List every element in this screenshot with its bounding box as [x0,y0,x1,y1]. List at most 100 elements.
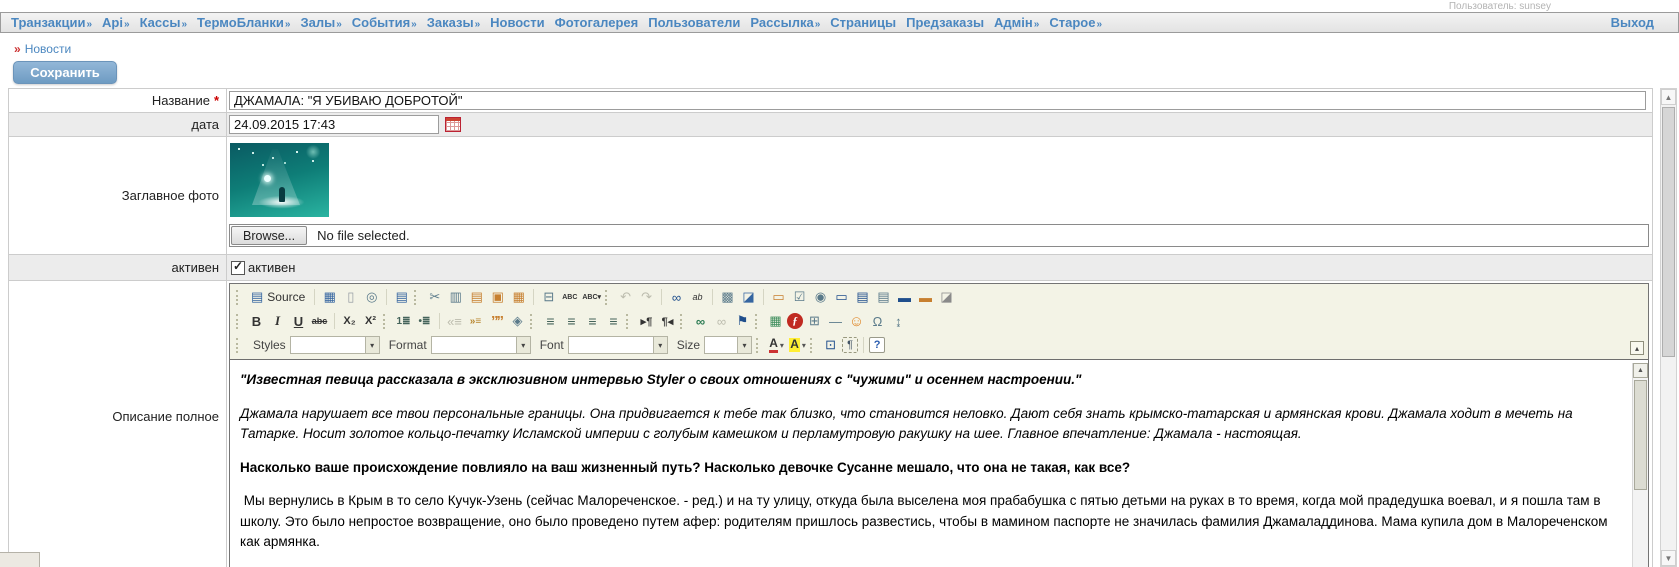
page-scroll-up-icon[interactable]: ▲ [1661,89,1676,105]
unlink-icon[interactable]: ∞ [712,312,731,330]
paste-icon[interactable]: ▤ [467,288,486,306]
chevron-down-icon[interactable]: ▾ [515,337,530,353]
bulleted-list-icon[interactable]: •≣ [415,312,434,330]
bg-color-icon[interactable]: A ▾ [788,336,807,354]
print-icon[interactable]: ⊟ [539,288,558,306]
special-char-icon[interactable]: Ω [868,312,887,330]
flash-icon[interactable]: ƒ [787,313,803,329]
bidi-ltr-icon[interactable]: ▸¶ [637,312,656,330]
dropdown-value[interactable]: ▾ [704,336,753,354]
undo-icon[interactable]: ↶ [616,288,635,306]
show-blocks-icon[interactable]: ¶ [842,337,859,353]
nav-item-orders[interactable]: Заказы» [427,15,480,30]
blockquote-icon[interactable]: ”” [487,312,506,330]
subscript-icon[interactable]: X₂ [340,312,359,330]
dropdown-value[interactable]: ▾ [289,336,380,354]
spell-check-icon[interactable]: ABC [560,288,579,306]
image-icon[interactable]: ▦ [766,312,785,330]
save-button[interactable]: Сохранить [13,61,117,84]
hidden-field-icon[interactable]: ◪ [937,288,956,306]
align-right-icon[interactable]: ≡ [583,312,602,330]
image-button-icon[interactable]: ▬ [916,288,935,306]
bidi-rtl-icon[interactable]: ¶◂ [658,312,677,330]
strike-icon[interactable]: abc [310,312,329,330]
browse-button[interactable]: Browse... [231,226,308,245]
select-field-icon[interactable]: ▤ [874,288,893,306]
title-input[interactable] [229,91,1646,110]
page-scrollbar-thumb[interactable] [1662,107,1675,357]
date-input[interactable] [229,115,439,134]
nav-item-news[interactable]: Новости [490,15,545,30]
nav-item-admin[interactable]: Адмін» [994,15,1039,30]
chevron-down-icon[interactable]: ▾ [652,337,667,353]
button-field-icon[interactable]: ▬ [895,288,914,306]
link-icon[interactable]: ∞ [691,312,710,330]
paste-from-word-icon[interactable]: ▦ [509,288,528,306]
nav-item-halls[interactable]: Залы» [300,15,341,30]
chevron-down-icon[interactable]: ▾ [364,337,379,353]
redo-icon[interactable]: ↷ [637,288,656,306]
cut-icon[interactable]: ✂ [425,288,444,306]
page-break-icon[interactable]: ↨ [889,312,908,330]
source-button[interactable]: ▤ Source [247,288,309,306]
editor-scroll-up-icon[interactable]: ▲ [1633,363,1648,378]
nav-item-pages[interactable]: Страницы [830,15,896,30]
nav-item-api[interactable]: Api» [102,15,130,30]
dropdown-value[interactable]: ▾ [567,336,668,354]
underline-icon[interactable]: U [289,312,308,330]
horizontal-rule-icon[interactable]: ― [826,312,845,330]
checkbox-field-icon[interactable]: ☑ [790,288,809,306]
file-input[interactable]: Browse... No file selected. [229,224,1649,247]
select-all-icon[interactable]: ▩ [718,288,737,306]
replace-icon[interactable]: ab [688,288,707,306]
nav-item-cash-desks[interactable]: Кассы» [140,15,187,30]
maximize-icon[interactable]: ⊡ [821,336,840,354]
text-color-icon[interactable]: A ▾ [767,336,786,354]
styles-dropdown[interactable]: Styles ▾ [248,336,380,354]
radio-button-icon[interactable]: ◉ [811,288,830,306]
copy-icon[interactable]: ▥ [446,288,465,306]
justify-icon[interactable]: ≡ [604,312,623,330]
format-dropdown[interactable]: Format ▾ [384,336,531,354]
breadcrumb-news-link[interactable]: Новости [25,42,71,56]
italic-icon[interactable]: I [268,312,287,330]
editor-scrollbar[interactable]: ▲ [1632,363,1648,567]
size-dropdown[interactable]: Size ▾ [672,336,753,354]
remove-format-icon[interactable]: ◪ [739,288,758,306]
table-icon[interactable]: ⊞ [805,312,824,330]
nav-item-thermo-blanks[interactable]: ТермоБланки» [197,15,290,30]
logout-link[interactable]: Выход [1611,15,1654,30]
nav-item-events[interactable]: События» [352,15,417,30]
bold-icon[interactable]: B [247,312,266,330]
textarea-icon[interactable]: ▤ [853,288,872,306]
form-icon[interactable]: ▭ [769,288,788,306]
new-page-icon[interactable]: ▯ [341,288,360,306]
font-dropdown[interactable]: Font ▾ [535,336,668,354]
spell-check-toggle-icon[interactable]: ABC▾ [581,288,602,306]
text-field-icon[interactable]: ▭ [832,288,851,306]
outdent-icon[interactable]: «≡ [445,312,464,330]
chevron-down-icon[interactable]: ▾ [737,337,752,353]
nav-item-preorders[interactable]: Предзаказы [906,15,984,30]
toolbar-collapse-button[interactable]: ▴ [1630,341,1644,355]
page-scrollbar[interactable]: ▲ ▼ [1660,88,1677,567]
superscript-icon[interactable]: X² [361,312,380,330]
div-container-icon[interactable]: ◈ [508,312,527,330]
numbered-list-icon[interactable]: 1≣ [394,312,413,330]
calendar-icon[interactable] [445,117,461,132]
nav-item-mailing[interactable]: Рассылка» [750,15,820,30]
templates-icon[interactable]: ▤ [392,288,411,306]
align-center-icon[interactable]: ≡ [562,312,581,330]
preview-icon[interactable]: ◎ [362,288,381,306]
nav-item-photo-gallery[interactable]: Фотогалерея [555,15,639,30]
nav-item-users[interactable]: Пользователи [648,15,740,30]
find-icon[interactable]: ∞ [667,288,686,306]
nav-item-old[interactable]: Старое» [1049,15,1102,30]
anchor-icon[interactable]: ⚑ [733,312,752,330]
page-scroll-down-icon[interactable]: ▼ [1661,550,1676,566]
active-checkbox[interactable]: ✓ [231,259,245,275]
indent-icon[interactable]: »≡ [466,312,485,330]
about-icon[interactable]: ? [869,337,886,353]
nav-item-transactions[interactable]: Транзакции» [11,15,92,30]
editor-document[interactable]: "Известная певица рассказала в эксклюзив… [230,363,1632,567]
